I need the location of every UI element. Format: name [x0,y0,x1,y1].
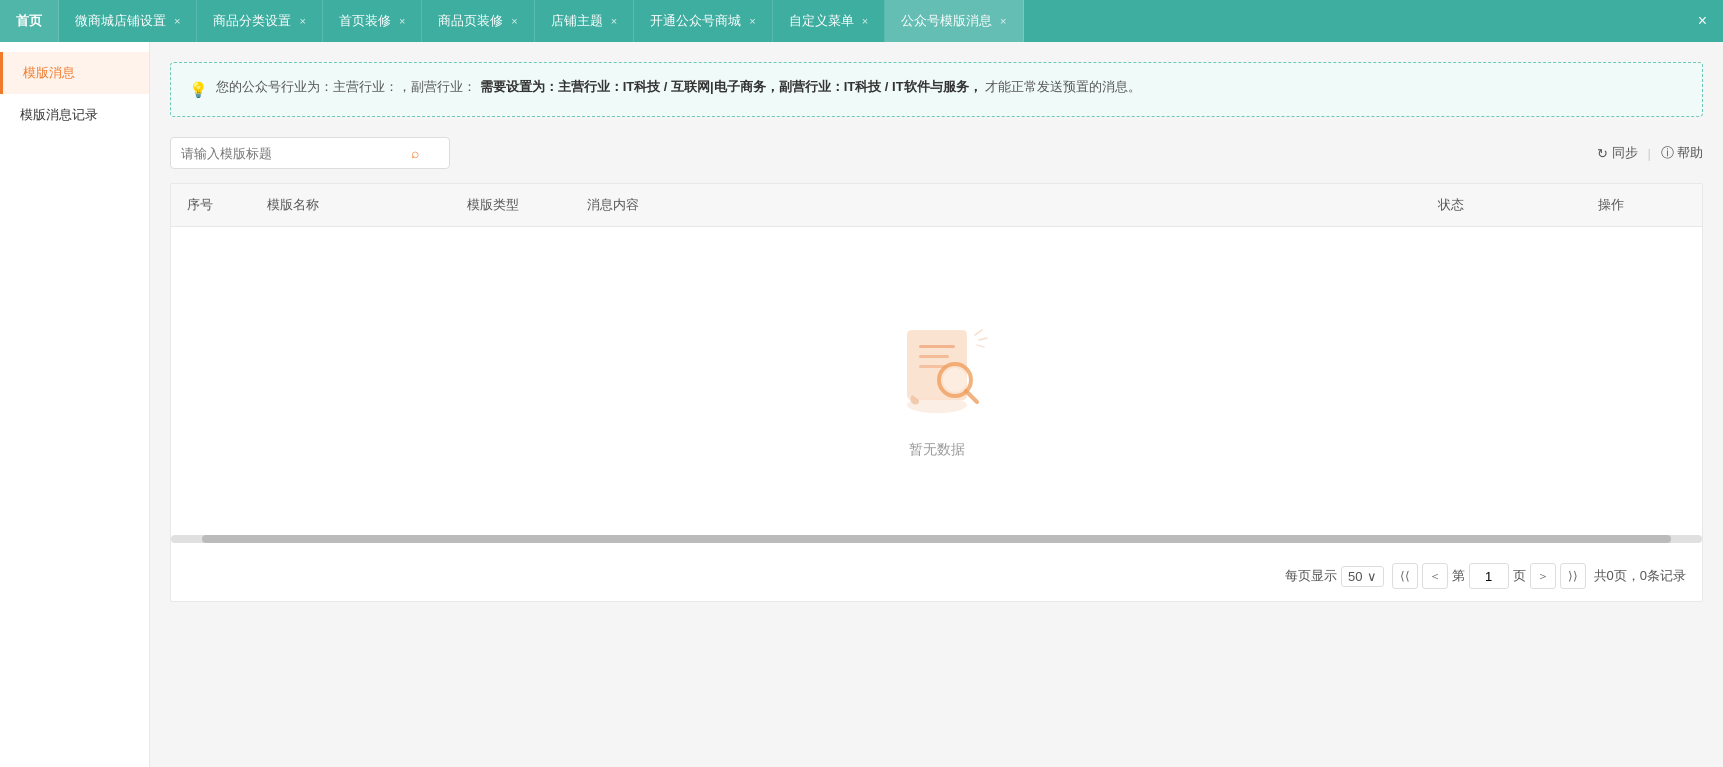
sync-icon: ↻ [1597,146,1608,161]
tab-product-design[interactable]: 商品页装修 × [422,0,534,42]
page-last-button[interactable]: ⟩⟩ [1560,563,1586,589]
chevron-down-icon: ∨ [1367,569,1377,584]
tab-open-mall-close[interactable]: × [749,15,755,27]
sidebar-item-template-msg-log[interactable]: 模版消息记录 [0,94,149,136]
table-header: 序号 模版名称 模版类型 消息内容 状态 操作 [171,184,1702,227]
scroll-thumb[interactable] [202,535,1672,543]
page-nav: ⟨⟨ ＜ 第 页 ＞ ⟩⟩ [1392,563,1586,589]
tab-template-msg-label: 公众号模版消息 [901,12,992,30]
page-next-button[interactable]: ＞ [1530,563,1556,589]
tab-bar: 首页 微商城店铺设置 × 商品分类设置 × 首页装修 × 商品页装修 × 店铺主… [0,0,1723,42]
svg-point-5 [943,368,967,392]
svg-line-8 [979,338,987,340]
th-index: 序号 [171,184,251,226]
total-label: 共0页，0条记录 [1594,567,1686,585]
th-status: 状态 [1422,184,1582,226]
main-layout: 模版消息 模版消息记录 💡 您的公众号行业为：主营行业：，副营行业： 需要设置为… [0,42,1723,767]
tab-shop-theme[interactable]: 店铺主题 × [535,0,634,42]
notice-highlight: 需要设置为：主营行业：IT科技 / 互联网|电子商务，副营行业：IT科技 / I… [480,79,982,94]
tab-product-design-label: 商品页装修 [438,12,503,30]
tab-custom-menu[interactable]: 自定义菜单 × [773,0,885,42]
tab-bar-close-all[interactable]: × [1682,0,1723,42]
page-size-value: 50 [1348,569,1362,584]
tab-shop-theme-close[interactable]: × [611,15,617,27]
search-icon[interactable]: ⌕ [411,145,419,161]
tab-open-mall[interactable]: 开通公众号商城 × [634,0,772,42]
page-di-label: 第 [1452,567,1465,585]
help-button[interactable]: ⓘ 帮助 [1661,144,1703,162]
tab-custom-menu-close[interactable]: × [862,15,868,27]
help-label: 帮助 [1677,144,1703,162]
tab-wechat-shop[interactable]: 微商城店铺设置 × [59,0,197,42]
sidebar-item-template-msg-label: 模版消息 [23,65,75,80]
tab-wechat-shop-label: 微商城店铺设置 [75,12,166,30]
search-bar: ⌕ ↻ 同步 | ⓘ 帮助 [170,137,1703,169]
table-container: 序号 模版名称 模版类型 消息内容 状态 操作 [170,183,1703,602]
tab-homepage-design-close[interactable]: × [399,15,405,27]
tab-product-category[interactable]: 商品分类设置 × [197,0,322,42]
pagination: 每页显示 50 ∨ ⟨⟨ ＜ 第 页 ＞ ⟩⟩ 共0页，0条记录 [171,551,1702,601]
th-content: 消息内容 [571,184,1422,226]
search-input[interactable] [181,146,411,161]
sidebar-item-template-msg-log-label: 模版消息记录 [20,107,98,122]
content-area: 💡 您的公众号行业为：主营行业：，副营行业： 需要设置为：主营行业：IT科技 /… [150,42,1723,767]
page-first-button[interactable]: ⟨⟨ [1392,563,1418,589]
tab-wechat-shop-close[interactable]: × [174,15,180,27]
tab-open-mall-label: 开通公众号商城 [650,12,741,30]
tab-home-label: 首页 [16,12,42,30]
svg-rect-1 [919,345,955,348]
tab-template-msg-close[interactable]: × [1000,15,1006,27]
page-prev-button[interactable]: ＜ [1422,563,1448,589]
tab-homepage-design[interactable]: 首页装修 × [323,0,422,42]
sync-button[interactable]: ↻ 同步 [1597,144,1638,162]
notice-text: 您的公众号行业为：主营行业：，副营行业： 需要设置为：主营行业：IT科技 / 互… [216,77,1141,98]
notice-icon: 💡 [189,78,208,102]
tab-homepage-design-label: 首页装修 [339,12,391,30]
notice-box: 💡 您的公众号行业为：主营行业：，副营行业： 需要设置为：主营行业：IT科技 /… [170,62,1703,117]
svg-rect-2 [919,355,949,358]
tab-product-design-close[interactable]: × [511,15,517,27]
help-circle-icon: ⓘ [1661,144,1674,162]
page-size-select: 每页显示 50 ∨ [1285,566,1383,587]
page-number-input[interactable] [1469,563,1509,589]
svg-line-6 [966,391,977,402]
th-action: 操作 [1582,184,1702,226]
table-body: 暂无数据 [171,227,1702,527]
page-size-dropdown[interactable]: 50 ∨ [1341,566,1383,587]
tab-shop-theme-label: 店铺主题 [551,12,603,30]
tab-product-category-close[interactable]: × [299,15,305,27]
tab-custom-menu-label: 自定义菜单 [789,12,854,30]
svg-line-9 [977,345,984,347]
sync-label: 同步 [1612,144,1638,162]
search-input-wrap[interactable]: ⌕ [170,137,450,169]
sidebar-item-template-msg[interactable]: 模版消息 [0,52,149,94]
search-actions: ↻ 同步 | ⓘ 帮助 [1597,144,1703,162]
empty-illustration [877,305,997,425]
sidebar: 模版消息 模版消息记录 [0,42,150,767]
page-unit-label: 页 [1513,567,1526,585]
tab-product-category-label: 商品分类设置 [213,12,291,30]
svg-line-7 [975,330,982,335]
page-size-prefix-label: 每页显示 [1285,567,1337,585]
tab-home[interactable]: 首页 [0,0,59,42]
tab-template-msg[interactable]: 公众号模版消息 × [885,0,1023,42]
divider: | [1648,146,1651,161]
empty-text: 暂无数据 [909,441,965,459]
th-type: 模版类型 [451,184,571,226]
scroll-track[interactable] [171,535,1702,543]
th-name: 模版名称 [251,184,451,226]
